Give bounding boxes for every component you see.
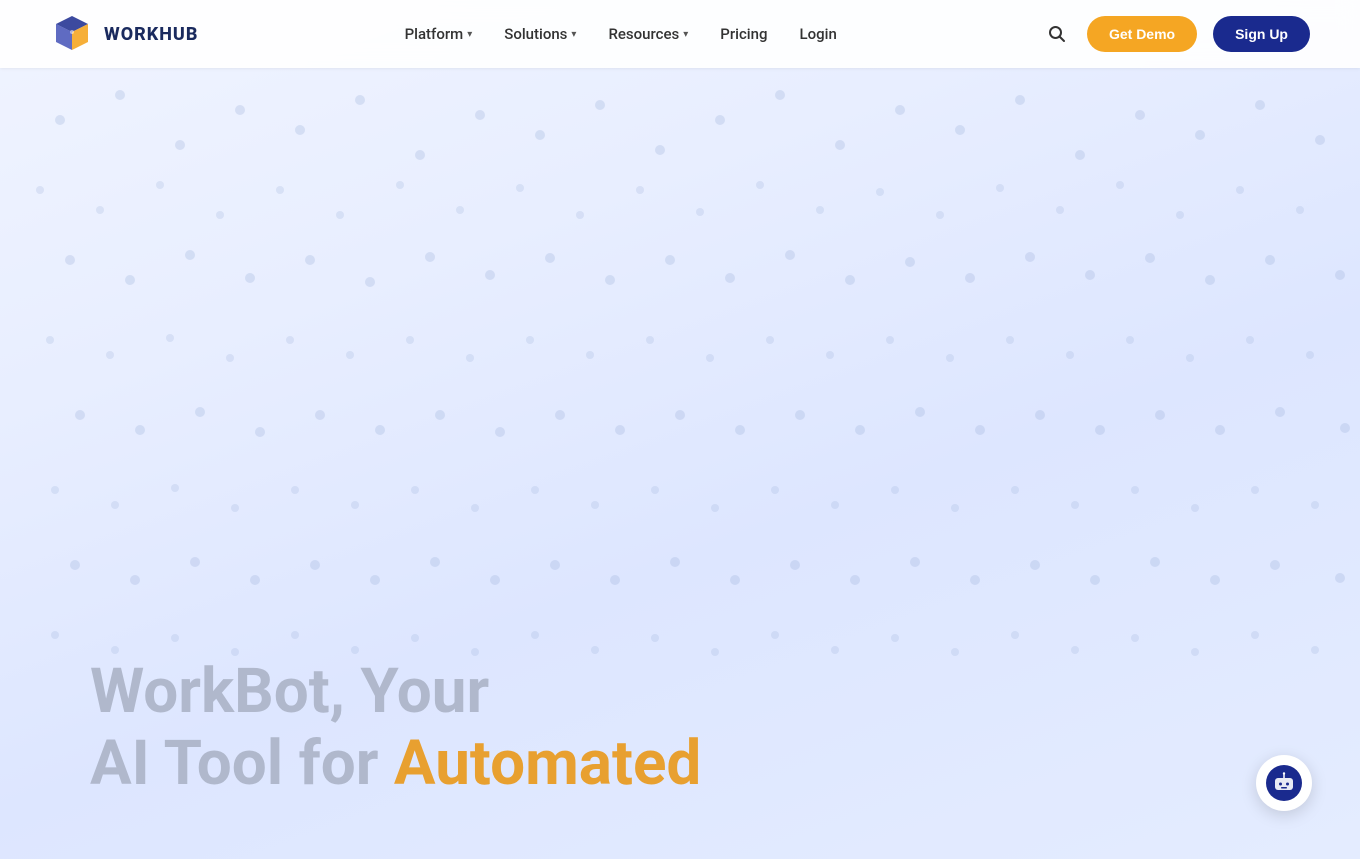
hero-title: WorkBot, Your AI Tool for Automated bbox=[90, 656, 701, 799]
search-icon bbox=[1047, 24, 1067, 44]
resources-chevron-icon: ▾ bbox=[683, 29, 688, 40]
hero-title-line1: WorkBot, Your bbox=[90, 656, 701, 727]
get-demo-button[interactable]: Get Demo bbox=[1087, 16, 1197, 52]
chat-widget-icon bbox=[1266, 765, 1302, 801]
logo-area[interactable]: WORKHUB bbox=[50, 12, 198, 56]
sign-up-button[interactable]: Sign Up bbox=[1213, 16, 1310, 52]
hero-title-highlight: Automated bbox=[394, 727, 701, 800]
nav-item-resources[interactable]: Resources ▾ bbox=[608, 25, 688, 43]
nav-item-login[interactable]: Login bbox=[800, 25, 837, 43]
nav-item-platform[interactable]: Platform ▾ bbox=[405, 25, 473, 43]
nav-links: Platform ▾ Solutions ▾ Resources ▾ Prici… bbox=[405, 25, 837, 43]
hero-content: WorkBot, Your AI Tool for Automated bbox=[90, 656, 701, 799]
nav-login-label: Login bbox=[800, 25, 837, 43]
solutions-chevron-icon: ▾ bbox=[571, 29, 576, 40]
nav-item-pricing[interactable]: Pricing bbox=[720, 25, 767, 43]
nav-solutions-label: Solutions bbox=[504, 25, 567, 43]
workhub-logo-icon bbox=[50, 12, 94, 56]
nav-item-solutions[interactable]: Solutions ▾ bbox=[504, 25, 576, 43]
chat-bot-icon bbox=[1273, 772, 1295, 794]
navbar: WORKHUB Platform ▾ Solutions ▾ Resources… bbox=[0, 0, 1360, 68]
brand-name: WORKHUB bbox=[104, 24, 198, 45]
chat-widget[interactable] bbox=[1256, 755, 1312, 811]
hero-title-line2: AI Tool for Automated bbox=[90, 728, 701, 799]
search-button[interactable] bbox=[1043, 20, 1071, 48]
nav-platform-label: Platform bbox=[405, 25, 464, 43]
hero-title-plain: AI Tool for bbox=[90, 727, 394, 800]
platform-chevron-icon: ▾ bbox=[467, 29, 472, 40]
nav-pricing-label: Pricing bbox=[720, 25, 767, 43]
nav-resources-label: Resources bbox=[608, 25, 679, 43]
nav-right: Get Demo Sign Up bbox=[1043, 16, 1310, 52]
